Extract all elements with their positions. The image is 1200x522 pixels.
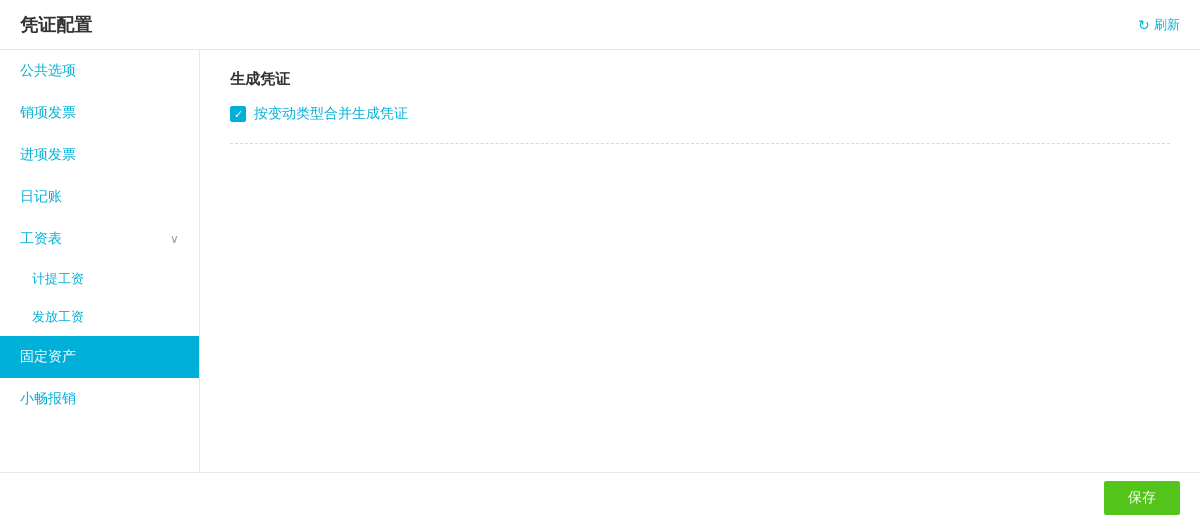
sidebar-item-journal[interactable]: 日记账 — [0, 176, 199, 218]
sidebar: 公共选项 销项发票 进项发票 日记账 工资表 ∨ 计提工资 发放工资 固定资 — [0, 50, 200, 472]
body: 公共选项 销项发票 进项发票 日记账 工资表 ∨ 计提工资 发放工资 固定资 — [0, 50, 1200, 472]
sidebar-item-label: 小畅报销 — [20, 390, 76, 408]
sidebar-item-expense[interactable]: 小畅报销 — [0, 378, 199, 420]
header: 凭证配置 ↻ 刷新 — [0, 0, 1200, 50]
refresh-button[interactable]: ↻ 刷新 — [1138, 16, 1180, 34]
sidebar-item-fixed-assets[interactable]: 固定资产 — [0, 336, 199, 378]
sidebar-item-payroll-pay[interactable]: 发放工资 — [0, 298, 199, 336]
sidebar-item-label: 公共选项 — [20, 62, 76, 80]
save-button[interactable]: 保存 — [1104, 481, 1180, 515]
page-title: 凭证配置 — [20, 13, 92, 37]
sidebar-item-payroll[interactable]: 工资表 ∨ — [0, 218, 199, 260]
sidebar-item-label: 工资表 — [20, 230, 62, 248]
sidebar-item-label: 发放工资 — [32, 309, 84, 324]
refresh-icon: ↻ — [1138, 17, 1150, 33]
checkbox-row: ✓ 按变动类型合并生成凭证 — [230, 105, 1170, 123]
divider — [230, 143, 1170, 144]
check-icon: ✓ — [234, 109, 243, 120]
chevron-down-icon: ∨ — [170, 232, 179, 246]
sidebar-item-sales-invoice[interactable]: 销项发票 — [0, 92, 199, 134]
sidebar-item-label: 日记账 — [20, 188, 62, 206]
refresh-label: 刷新 — [1154, 16, 1180, 34]
sidebar-item-public-options[interactable]: 公共选项 — [0, 50, 199, 92]
main-content: 生成凭证 ✓ 按变动类型合并生成凭证 — [200, 50, 1200, 472]
sidebar-item-label: 固定资产 — [20, 348, 76, 366]
section-title: 生成凭证 — [230, 70, 1170, 89]
sidebar-item-purchase-invoice[interactable]: 进项发票 — [0, 134, 199, 176]
sidebar-item-label: 销项发票 — [20, 104, 76, 122]
page-wrapper: 凭证配置 ↻ 刷新 公共选项 销项发票 进项发票 日记账 工资表 ∨ — [0, 0, 1200, 522]
merge-checkbox[interactable]: ✓ — [230, 106, 246, 122]
footer: 保存 — [0, 472, 1200, 522]
sidebar-item-label: 计提工资 — [32, 271, 84, 286]
checkbox-label: 按变动类型合并生成凭证 — [254, 105, 408, 123]
sidebar-item-label: 进项发票 — [20, 146, 76, 164]
sidebar-item-payroll-accrual[interactable]: 计提工资 — [0, 260, 199, 298]
